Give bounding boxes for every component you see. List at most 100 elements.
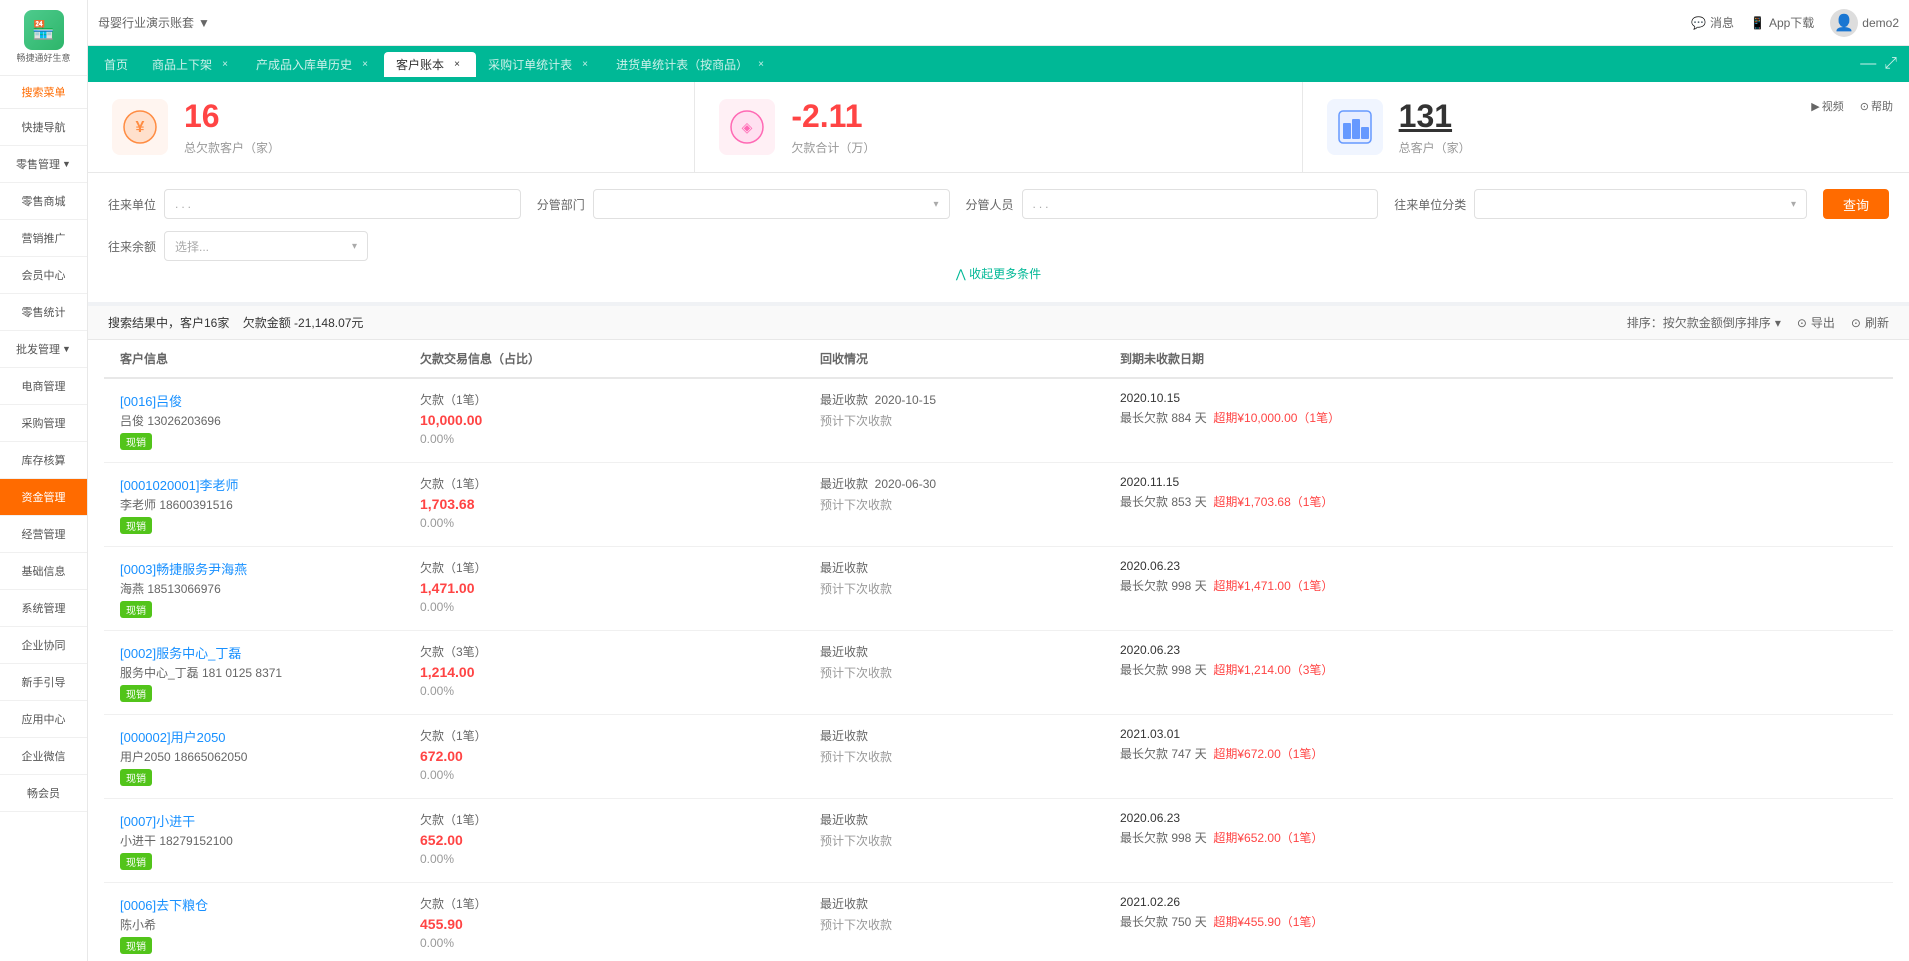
filter-select-unit-class[interactable]: ▾	[1474, 189, 1807, 219]
sidebar-item-app-center[interactable]: 应用中心	[0, 701, 87, 738]
sidebar-item-quick-nav[interactable]: 快捷导航	[0, 109, 87, 146]
tab-purchase-stats[interactable]: 进货单统计表（按商品）×	[604, 52, 780, 77]
overdue-cell-0: 2020.10.15 最长欠款 884 天 超期¥10,000.00（1笔）	[1120, 391, 1877, 426]
sidebar-item-ops-mgmt[interactable]: 经营管理	[0, 516, 87, 553]
overdue-amount-0[interactable]: 超期¥10,000.00（1笔）	[1213, 411, 1340, 425]
tab-close-purchase-stats[interactable]: ×	[754, 57, 768, 71]
industry-name: 母婴行业演示账套	[98, 14, 194, 31]
app-download-label: App下载	[1769, 14, 1814, 31]
collection-latest-3: 最近收款	[820, 643, 1120, 660]
tab-expand-btn[interactable]: ⤢	[1884, 55, 1897, 73]
collection-next-1: 预计下次收款	[820, 496, 1120, 513]
tab-close-customer-account[interactable]: ×	[450, 57, 464, 71]
customer-name-5[interactable]: [0007]小进干	[120, 811, 420, 830]
debt-amount-4: 672.00	[420, 748, 820, 764]
customer-tag-0: 现销	[120, 433, 152, 450]
sidebar: 🏪 畅捷通好生意 搜索菜单 快捷导航零售管理▼零售商城营销推广会员中心零售统计批…	[0, 0, 88, 961]
video-btn[interactable]: ▶ 视频	[1811, 98, 1843, 114]
customer-name-3[interactable]: [0002]服务中心_丁磊	[120, 643, 420, 662]
export-btn[interactable]: ⊙ 导出	[1797, 314, 1835, 331]
filter-select-balance[interactable]: 选择... ▾	[164, 231, 368, 261]
overdue-amount-4[interactable]: 超期¥672.00（1笔）	[1213, 747, 1323, 761]
sidebar-item-finance-mgmt[interactable]: 资金管理	[0, 479, 87, 516]
filter-area: 往来单位 ... 分管部门 ▾ 分管人员	[88, 173, 1909, 302]
tab-customer-account[interactable]: 客户账本×	[384, 52, 476, 77]
overdue-amount-5[interactable]: 超期¥652.00（1笔）	[1213, 831, 1323, 845]
sidebar-item-enterprise-wechat[interactable]: 企业微信	[0, 738, 87, 775]
filter-label-dept: 分管部门	[537, 196, 585, 213]
tab-close-product-shelf[interactable]: ×	[218, 57, 232, 71]
sidebar-search-area[interactable]: 搜索菜单	[0, 76, 87, 109]
table-row: [0001020001]李老师 李老师 18600391516 现销 欠款（1笔…	[104, 463, 1893, 547]
sidebar-item-purchase-mgmt[interactable]: 采购管理	[0, 405, 87, 442]
tab-collapse-btn[interactable]: —	[1860, 55, 1876, 73]
sidebar-item-retail-mall[interactable]: 零售商城	[0, 183, 87, 220]
sidebar-item-retail-mgmt[interactable]: 零售管理▼	[0, 146, 87, 183]
sidebar-item-basic-info[interactable]: 基础信息	[0, 553, 87, 590]
sidebar-item-retail-stats[interactable]: 零售统计	[0, 294, 87, 331]
sidebar-item-inventory[interactable]: 库存核算	[0, 442, 87, 479]
customer-name-6[interactable]: [0006]去下粮仓	[120, 895, 420, 914]
sort-selector[interactable]: 排序：按欠款金额倒序排序 ▾	[1627, 314, 1781, 331]
tab-close-purchase-order[interactable]: ×	[578, 57, 592, 71]
export-icon: ⊙	[1797, 316, 1807, 330]
sidebar-item-system-mgmt[interactable]: 系统管理	[0, 590, 87, 627]
tab-home[interactable]: 首页	[92, 52, 140, 77]
result-bar-right: 排序：按欠款金额倒序排序 ▾ ⊙ 导出 ⊙ 刷新	[1627, 314, 1889, 331]
sidebar-item-ecommerce[interactable]: 电商管理	[0, 368, 87, 405]
filter-collapse-btn[interactable]: ⋀ 收起更多条件	[108, 261, 1889, 286]
customer-tag-1: 现销	[120, 517, 152, 534]
refresh-btn[interactable]: ⊙ 刷新	[1851, 314, 1889, 331]
overdue-amount-1[interactable]: 超期¥1,703.68（1笔）	[1213, 495, 1333, 509]
sidebar-item-vip[interactable]: 畅会员	[0, 775, 87, 812]
unit-class-dropdown-icon: ▾	[1791, 199, 1796, 210]
overdue-date-1: 2020.11.15	[1120, 475, 1877, 489]
table-header: 客户信息 欠款交易信息（占比） 回收情况 到期未收款日期	[104, 340, 1893, 379]
sidebar-item-batch-mgmt[interactable]: 批发管理▼	[0, 331, 87, 368]
tab-produce-history[interactable]: 产成品入库单历史×	[244, 52, 384, 77]
filter-select-dept[interactable]: ▾	[593, 189, 950, 219]
overdue-cell-6: 2021.02.26 最长欠款 750 天 超期¥455.90（1笔）	[1120, 895, 1877, 930]
query-button[interactable]: 查询	[1823, 189, 1889, 219]
overdue-days-0: 最长欠款 884 天 超期¥10,000.00（1笔）	[1120, 409, 1877, 426]
sidebar-item-member-center[interactable]: 会员中心	[0, 257, 87, 294]
overdue-amount-6[interactable]: 超期¥455.90（1笔）	[1213, 915, 1323, 929]
help-btn[interactable]: ⊙ 帮助	[1860, 98, 1893, 114]
app-download-btn[interactable]: 📱 App下载	[1750, 14, 1814, 31]
filter-input-source-unit[interactable]: ...	[164, 189, 521, 219]
debt-cell-5: 欠款（1笔） 652.00 0.00%	[420, 811, 820, 866]
overdue-amount-2[interactable]: 超期¥1,471.00（1笔）	[1213, 579, 1333, 593]
filter-input-person[interactable]: ...	[1022, 189, 1379, 219]
sidebar-item-enterprise[interactable]: 企业协同	[0, 627, 87, 664]
collection-next-4: 预计下次收款	[820, 748, 1120, 765]
debt-amount-5: 652.00	[420, 832, 820, 848]
filter-label-balance: 往来余额	[108, 238, 156, 255]
collection-next-6: 预计下次收款	[820, 916, 1120, 933]
message-btn[interactable]: 💬 消息	[1691, 14, 1734, 31]
filter-group-unit-class: 往来单位分类 ▾	[1394, 189, 1807, 219]
customer-name-2[interactable]: [0003]畅捷服务尹海燕	[120, 559, 420, 578]
sidebar-search-label[interactable]: 搜索菜单	[6, 84, 81, 100]
customer-tag-4: 现销	[120, 769, 152, 786]
user-profile[interactable]: 👤 demo2	[1830, 9, 1899, 37]
debt-cell-0: 欠款（1笔） 10,000.00 0.00%	[420, 391, 820, 446]
table-row: [0006]去下粮仓 陈小希 现销 欠款（1笔） 455.90 0.00% 最近…	[104, 883, 1893, 961]
sidebar-item-marketing[interactable]: 营销推广	[0, 220, 87, 257]
avatar: 👤	[1830, 9, 1858, 37]
tab-close-produce-history[interactable]: ×	[358, 57, 372, 71]
sidebar-item-new-guide[interactable]: 新手引导	[0, 664, 87, 701]
tab-product-shelf[interactable]: 商品上下架×	[140, 52, 244, 77]
overdue-amount-3[interactable]: 超期¥1,214.00（3笔）	[1213, 663, 1333, 677]
collection-latest-2: 最近收款	[820, 559, 1120, 576]
customer-name-0[interactable]: [0016]吕俊	[120, 391, 420, 410]
svg-text:◈: ◈	[742, 119, 753, 135]
overdue-cell-5: 2020.06.23 最长欠款 998 天 超期¥652.00（1笔）	[1120, 811, 1877, 846]
result-text: 搜索结果中，客户16家	[108, 316, 229, 330]
customer-name-1[interactable]: [0001020001]李老师	[120, 475, 420, 494]
industry-selector[interactable]: 母婴行业演示账套 ▼	[98, 14, 210, 31]
debt-count-2: 欠款（1笔）	[420, 559, 820, 576]
customer-name-4[interactable]: [000002]用户2050	[120, 727, 420, 746]
tab-purchase-order[interactable]: 采购订单统计表 ×	[476, 52, 604, 77]
stat-label-1: 欠款合计（万）	[791, 139, 1277, 156]
tab-label-purchase-order: 采购订单统计表	[488, 56, 572, 73]
